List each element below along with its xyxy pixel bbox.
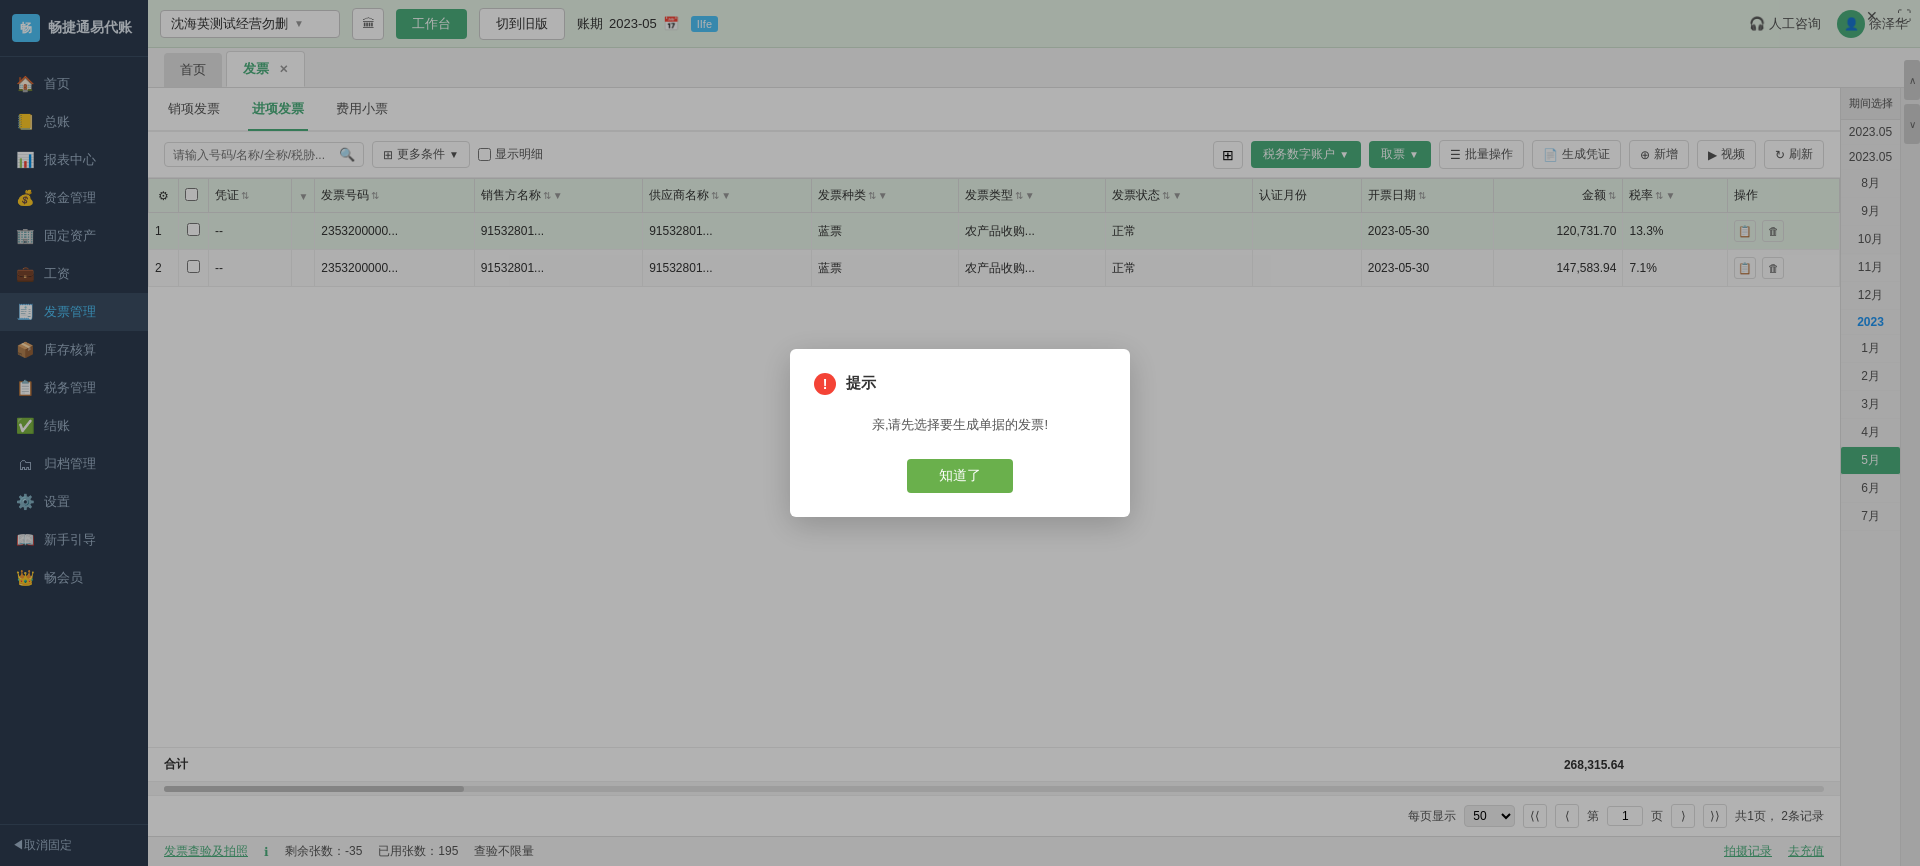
modal-overlay: ! 提示 亲,请先选择要生成单据的发票! 知道了 bbox=[0, 0, 1920, 866]
warning-icon: ! bbox=[814, 373, 836, 395]
modal-title: 提示 bbox=[846, 374, 876, 393]
modal-header: ! 提示 bbox=[814, 373, 1106, 395]
modal-confirm-button[interactable]: 知道了 bbox=[907, 459, 1013, 493]
modal-body: 亲,请先选择要生成单据的发票! bbox=[814, 415, 1106, 436]
modal-footer: 知道了 bbox=[814, 459, 1106, 493]
modal-dialog: ! 提示 亲,请先选择要生成单据的发票! 知道了 bbox=[790, 349, 1130, 518]
